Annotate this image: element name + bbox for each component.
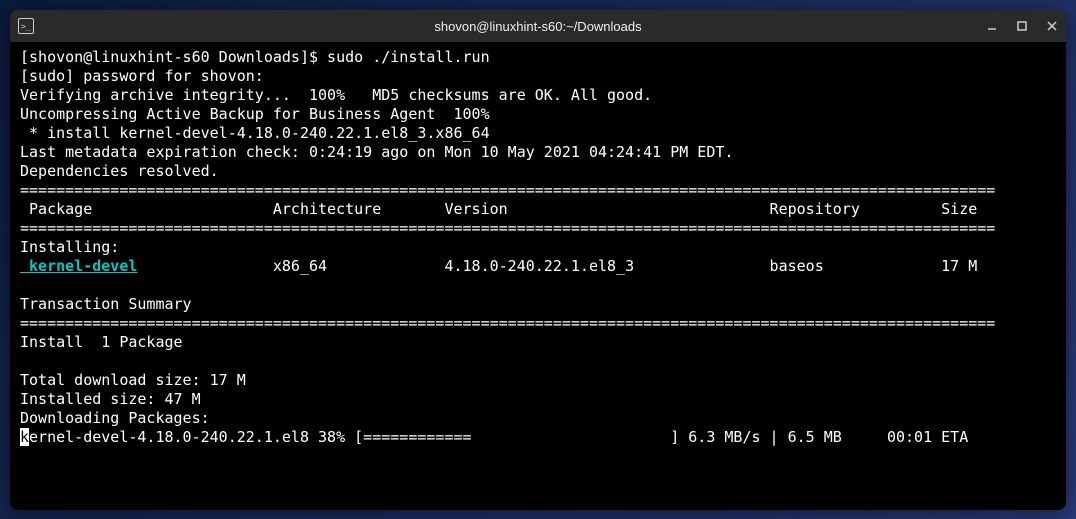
download-progress: ernel-devel-4.18.0-240.22.1.el8 38% [===…: [29, 428, 968, 446]
close-button[interactable]: [1044, 18, 1060, 34]
uncompress-line: Uncompressing Active Backup for Business…: [20, 105, 490, 123]
package-name: kernel-devel: [20, 257, 137, 275]
install-count: Install 1 Package: [20, 333, 183, 351]
install-kernel-line: * install kernel-devel-4.18.0-240.22.1.e…: [20, 124, 490, 142]
separator-top: ========================================…: [20, 181, 995, 199]
sudo-password-prompt: [sudo] password for shovon:: [20, 67, 264, 85]
terminal-icon: >_: [18, 18, 34, 34]
metadata-line: Last metadata expiration check: 0:24:19 …: [20, 143, 733, 161]
installing-label: Installing:: [20, 238, 119, 256]
entered-command: sudo ./install.run: [327, 48, 490, 66]
deps-resolved-line: Dependencies resolved.: [20, 162, 219, 180]
separator-bottom: ========================================…: [20, 314, 995, 332]
verify-line: Verifying archive integrity... 100% MD5 …: [20, 86, 652, 104]
transaction-summary-label: Transaction Summary: [20, 295, 192, 313]
cursor: k: [20, 428, 29, 446]
terminal-content[interactable]: [shovon@linuxhint-s60 Downloads]$ sudo .…: [10, 42, 1066, 510]
package-details: x86_64 4.18.0-240.22.1.el8_3 baseos 17 M: [137, 257, 977, 275]
terminal-window: >_ shovon@linuxhint-s60:~/Downloads [sho…: [10, 10, 1066, 510]
shell-prompt: [shovon@linuxhint-s60 Downloads]$: [20, 48, 327, 66]
maximize-button[interactable]: [1014, 18, 1030, 34]
minimize-button[interactable]: [984, 18, 1000, 34]
titlebar-left: >_: [18, 18, 34, 34]
installed-size: Installed size: 47 M: [20, 390, 201, 408]
window-controls: [984, 18, 1060, 34]
window-title: shovon@linuxhint-s60:~/Downloads: [434, 19, 641, 34]
total-download-size: Total download size: 17 M: [20, 371, 246, 389]
separator-mid: ========================================…: [20, 219, 995, 237]
downloading-label: Downloading Packages:: [20, 409, 210, 427]
titlebar[interactable]: >_ shovon@linuxhint-s60:~/Downloads: [10, 10, 1066, 42]
table-header: Package Architecture Version Repository …: [20, 200, 977, 218]
